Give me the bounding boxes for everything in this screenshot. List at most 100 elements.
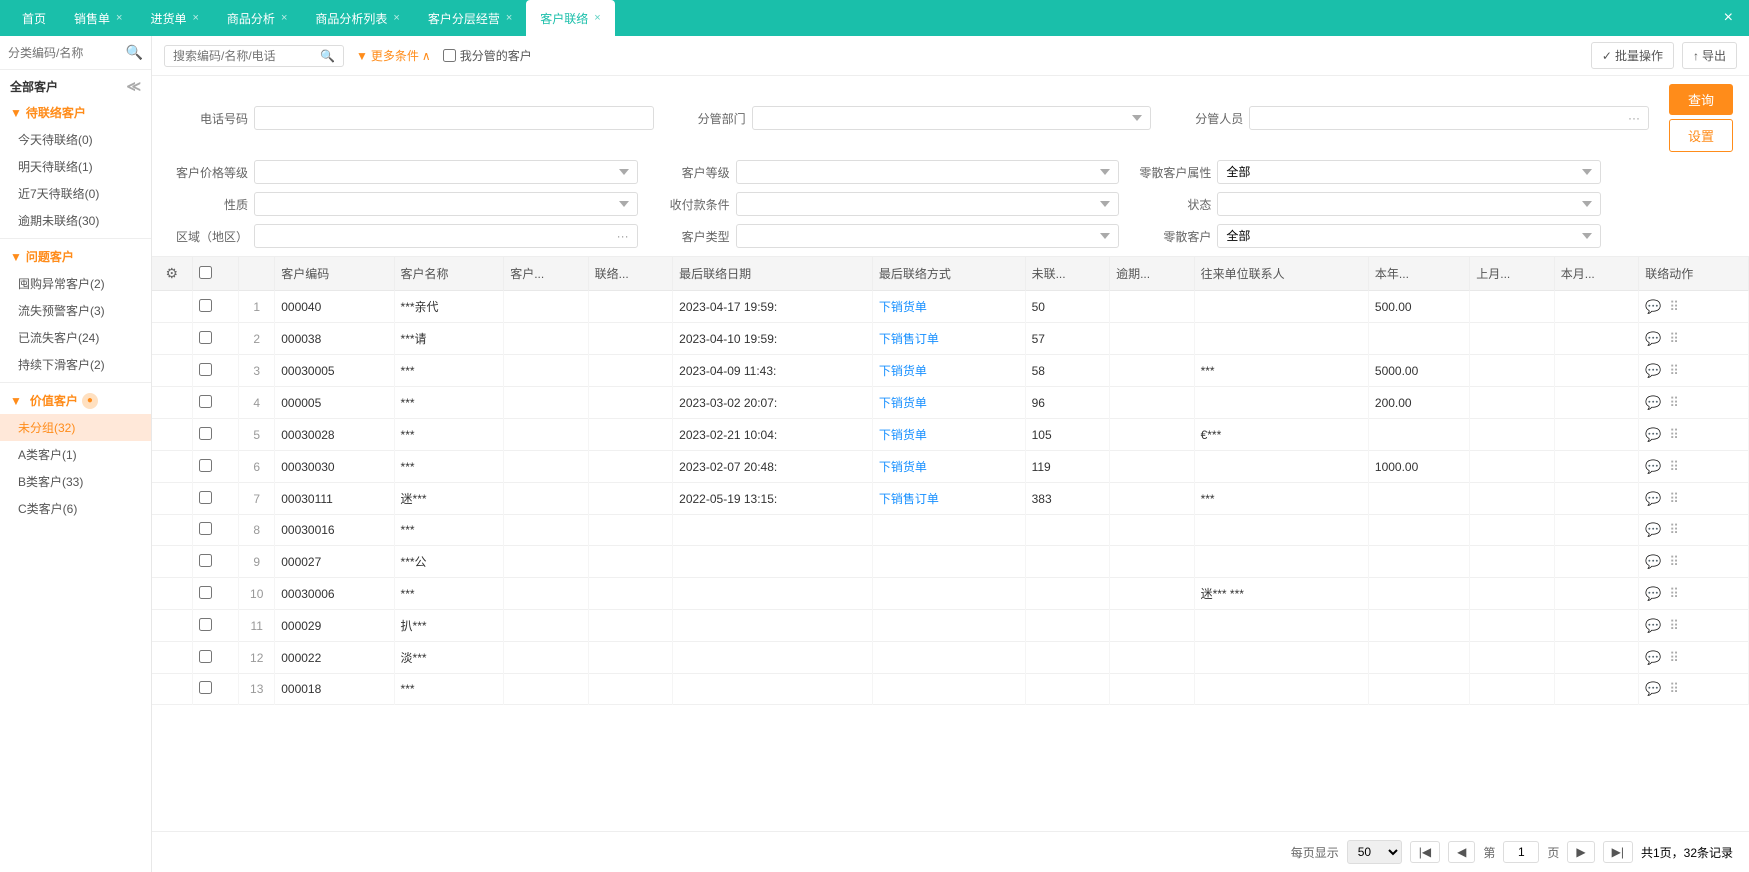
filter-my-customers[interactable]: 我分管的客户	[443, 47, 532, 64]
comment-icon[interactable]: 💬	[1645, 522, 1661, 538]
row-checkbox[interactable]	[199, 331, 212, 344]
comment-icon[interactable]: 💬	[1645, 681, 1661, 697]
grid-icon[interactable]: ⠿	[1669, 491, 1679, 507]
nav-sales[interactable]: 销售单 ×	[60, 0, 136, 36]
action-cell[interactable]: 💬 ⠿	[1639, 483, 1749, 515]
comment-icon[interactable]: 💬	[1645, 459, 1661, 475]
row-checkbox[interactable]	[199, 363, 212, 376]
filter-nature-select[interactable]	[254, 192, 638, 216]
my-customers-checkbox[interactable]	[443, 49, 456, 62]
row-checkbox-cell[interactable]	[192, 674, 239, 705]
row-checkbox[interactable]	[199, 299, 212, 312]
row-checkbox[interactable]	[199, 586, 212, 599]
contact-method-link[interactable]: 下销货单	[879, 428, 927, 442]
row-checkbox[interactable]	[199, 491, 212, 504]
row-checkbox[interactable]	[199, 427, 212, 440]
grid-icon[interactable]: ⠿	[1669, 427, 1679, 443]
sidebar-item-declining[interactable]: 持续下滑客户(2)	[0, 351, 151, 378]
contact-method-link[interactable]: 下销货单	[879, 460, 927, 474]
nav-product-analysis-list[interactable]: 商品分析列表 ×	[301, 0, 413, 36]
contact-method-link[interactable]: 下销货单	[879, 364, 927, 378]
filter-price-level-select[interactable]	[254, 160, 638, 184]
sidebar-all-customers-header[interactable]: 全部客户 ≪	[0, 70, 151, 99]
row-checkbox[interactable]	[199, 650, 212, 663]
batch-operation-button[interactable]: ✓ 批量操作	[1591, 42, 1674, 69]
table-cell[interactable]	[872, 674, 1025, 705]
close-purchase-icon[interactable]: ×	[192, 12, 198, 24]
collapse-icon[interactable]: ≪	[126, 78, 141, 95]
grid-icon[interactable]: ⠿	[1669, 459, 1679, 475]
grid-icon[interactable]: ⠿	[1669, 554, 1679, 570]
value-segment-group[interactable]: ▼ 价值客户 ●	[0, 387, 151, 414]
sidebar-item-hoard-abnormal[interactable]: 囤购异常客户(2)	[0, 270, 151, 297]
prev-page-button[interactable]: ◀	[1448, 841, 1475, 863]
grid-icon[interactable]: ⠿	[1669, 395, 1679, 411]
table-cell[interactable]: 下销货单	[872, 355, 1025, 387]
table-cell[interactable]	[872, 546, 1025, 578]
sidebar-item-tomorrow-pending[interactable]: 明天待联络(1)	[0, 153, 151, 180]
filter-region-dots[interactable]: ···	[254, 224, 638, 248]
row-checkbox-cell[interactable]	[192, 323, 239, 355]
sidebar-search-input[interactable]	[8, 46, 122, 60]
sidebar-search[interactable]: 🔍	[0, 36, 151, 70]
nav-purchase[interactable]: 进货单 ×	[136, 0, 212, 36]
grid-icon[interactable]: ⠿	[1669, 650, 1679, 666]
contact-method-link[interactable]: 下销货单	[879, 396, 927, 410]
grid-icon[interactable]: ⠿	[1669, 363, 1679, 379]
comment-icon[interactable]: 💬	[1645, 299, 1661, 315]
row-checkbox-cell[interactable]	[192, 610, 239, 642]
table-cell[interactable]: 下销售订单	[872, 323, 1025, 355]
table-cell[interactable]	[872, 642, 1025, 674]
col-checkbox[interactable]	[192, 257, 239, 291]
action-cell[interactable]: 💬 ⠿	[1639, 291, 1749, 323]
grid-icon[interactable]: ⠿	[1669, 618, 1679, 634]
table-cell[interactable]: 下销货单	[872, 387, 1025, 419]
row-checkbox-cell[interactable]	[192, 419, 239, 451]
filter-dept-select[interactable]	[752, 106, 1152, 130]
action-cell[interactable]: 💬 ⠿	[1639, 419, 1749, 451]
sidebar-item-churn-warning[interactable]: 流失预警客户(3)	[0, 297, 151, 324]
select-all-checkbox[interactable]	[199, 266, 212, 279]
filter-search-box[interactable]: 🔍	[164, 45, 344, 67]
reset-button[interactable]: 设置	[1669, 119, 1733, 152]
query-button[interactable]: 查询	[1669, 84, 1733, 115]
next-page-button[interactable]: ▶	[1567, 841, 1594, 863]
table-cell[interactable]: 下销货单	[872, 451, 1025, 483]
close-product-analysis-icon[interactable]: ×	[281, 12, 287, 24]
action-cell[interactable]: 💬 ⠿	[1639, 642, 1749, 674]
action-cell[interactable]: 💬 ⠿	[1639, 355, 1749, 387]
row-checkbox-cell[interactable]	[192, 515, 239, 546]
table-cell[interactable]	[872, 578, 1025, 610]
comment-icon[interactable]: 💬	[1645, 586, 1661, 602]
action-cell[interactable]: 💬 ⠿	[1639, 323, 1749, 355]
sidebar-item-ungroup[interactable]: 未分组(32)	[0, 414, 151, 441]
close-customer-segment-icon[interactable]: ×	[506, 12, 512, 24]
sidebar-item-today-pending[interactable]: 今天待联络(0)	[0, 126, 151, 153]
export-button[interactable]: ↑ 导出	[1682, 42, 1737, 69]
contact-method-link[interactable]: 下销售订单	[879, 332, 939, 346]
row-checkbox[interactable]	[199, 395, 212, 408]
row-checkbox[interactable]	[199, 618, 212, 631]
grid-icon[interactable]: ⠿	[1669, 522, 1679, 538]
filter-more-conditions[interactable]: ▼ 更多条件 ∧	[356, 47, 431, 64]
last-page-button[interactable]: ▶|	[1603, 841, 1633, 863]
nav-customer-contact[interactable]: 客户联络 ×	[526, 0, 614, 36]
filter-person-dots[interactable]: ···	[1249, 106, 1649, 130]
nav-customer-segment[interactable]: 客户分层经营 ×	[414, 0, 526, 36]
contact-method-link[interactable]: 下销售订单	[879, 492, 939, 506]
filter-payment-select[interactable]	[736, 192, 1120, 216]
nav-home[interactable]: 首页	[8, 0, 60, 36]
row-checkbox[interactable]	[199, 522, 212, 535]
row-checkbox-cell[interactable]	[192, 483, 239, 515]
table-cell[interactable]	[872, 515, 1025, 546]
page-number-input[interactable]	[1503, 841, 1539, 863]
row-checkbox-cell[interactable]	[192, 451, 239, 483]
filter-scatter-attr-select[interactable]: 全部	[1217, 160, 1601, 184]
settings-icon[interactable]: ⚙	[165, 265, 178, 281]
row-checkbox-cell[interactable]	[192, 355, 239, 387]
comment-icon[interactable]: 💬	[1645, 618, 1661, 634]
table-cell[interactable]: 下销售订单	[872, 483, 1025, 515]
sidebar-item-churned[interactable]: 已流失客户(24)	[0, 324, 151, 351]
nav-product-analysis[interactable]: 商品分析 ×	[213, 0, 301, 36]
sidebar-item-7days-pending[interactable]: 近7天待联络(0)	[0, 180, 151, 207]
